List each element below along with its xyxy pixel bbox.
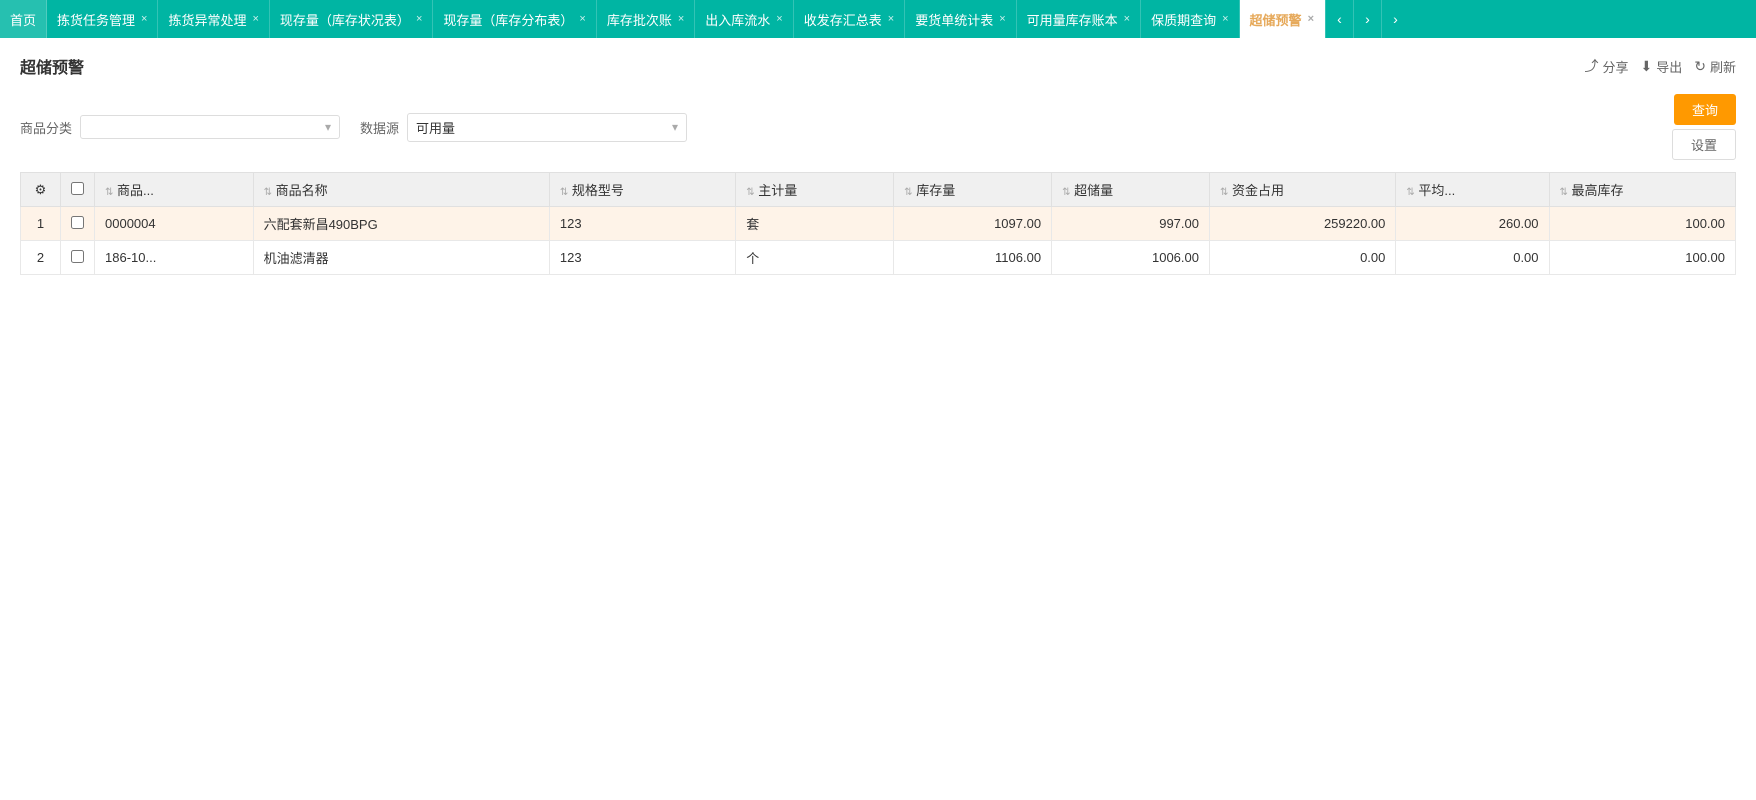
col-product-name[interactable]: ⇅ 商品名称	[253, 173, 549, 207]
share-icon: ⤴	[1584, 56, 1598, 76]
cell-spec-0: 123	[549, 207, 735, 241]
close-stock-dist[interactable]: ×	[579, 13, 585, 25]
page-header: 超储预警 ⤴ 分享 ⬇ 导出 ↻ 刷新	[20, 54, 1736, 78]
cell-product-name-1: 机油滤清器	[253, 241, 549, 275]
share-button[interactable]: ⤴ 分享	[1584, 56, 1628, 76]
cell-unit-1: 个	[736, 241, 894, 275]
close-stock-status[interactable]: ×	[416, 13, 422, 25]
close-quality[interactable]: ×	[1222, 13, 1228, 25]
cell-overstock-0: 997.00	[1052, 207, 1210, 241]
refresh-icon: ↻	[1694, 58, 1706, 75]
col-overstock[interactable]: ⇅ 超储量	[1052, 173, 1210, 207]
table-row: 1 0000004 六配套新昌490BPG 123 套 1097.00 997.…	[21, 207, 1736, 241]
cell-product-code-1: 186-10...	[95, 241, 254, 275]
query-button[interactable]: 查询	[1674, 94, 1736, 125]
sort-arrows-unit: ⇅	[746, 187, 754, 198]
cell-overstock-1: 1006.00	[1052, 241, 1210, 275]
cell-max-stock-0: 100.00	[1549, 207, 1735, 241]
close-task-mgmt[interactable]: ×	[141, 13, 147, 25]
cell-spec-1: 123	[549, 241, 735, 275]
close-abnormal[interactable]: ×	[252, 13, 258, 25]
nav-stock-dist[interactable]: 现存量（库存分布表） ×	[433, 0, 596, 38]
sort-arrows-avg: ⇅	[1406, 187, 1414, 198]
nav-expand-arrow[interactable]: ›	[1381, 0, 1409, 38]
close-collection[interactable]: ×	[888, 13, 894, 25]
cell-max-stock-1: 100.00	[1549, 241, 1735, 275]
cell-avg-0: 260.00	[1396, 207, 1549, 241]
close-order-stats[interactable]: ×	[999, 13, 1005, 25]
datasource-label: 数据源	[360, 118, 399, 137]
nav-avail-stock[interactable]: 可用量库存账本 ×	[1017, 0, 1141, 38]
close-avail-stock[interactable]: ×	[1124, 13, 1130, 25]
top-navigation: 首页 拣货任务管理 × 拣货异常处理 × 现存量（库存状况表） × 现存量（库存…	[0, 0, 1756, 38]
export-button[interactable]: ⬇ 导出	[1641, 57, 1683, 76]
nav-overstock[interactable]: 超储预警 ×	[1240, 0, 1325, 38]
col-stock[interactable]: ⇅ 库存量	[894, 173, 1052, 207]
sort-arrows-capital: ⇅	[1220, 187, 1228, 198]
cell-product-code-0: 0000004	[95, 207, 254, 241]
nav-task-mgmt[interactable]: 拣货任务管理 ×	[47, 0, 158, 38]
sort-arrows-spec: ⇅	[560, 187, 568, 198]
datasource-select[interactable]: 可用量 ▾	[407, 113, 687, 142]
row-num-0: 1	[21, 207, 61, 241]
table-row: 2 186-10... 机油滤清器 123 个 1106.00 1006.00 …	[21, 241, 1736, 275]
nav-batch[interactable]: 库存批次账 ×	[597, 0, 695, 38]
sort-arrows-max-stock: ⇅	[1560, 187, 1568, 198]
nav-right-arrow[interactable]: ›	[1353, 0, 1381, 38]
cell-unit-0: 套	[736, 207, 894, 241]
row-checkbox-0[interactable]	[61, 207, 95, 241]
col-checkbox[interactable]	[61, 173, 95, 207]
col-spec[interactable]: ⇅ 规格型号	[549, 173, 735, 207]
row-checkbox-1[interactable]	[61, 241, 95, 275]
close-inout[interactable]: ×	[776, 13, 782, 25]
row-select-0[interactable]	[71, 216, 84, 229]
table-header-row: ⚙ ⇅ 商品... ⇅ 商品名称 ⇅ 规格型号 ⇅	[21, 173, 1736, 207]
header-actions: ⤴ 分享 ⬇ 导出 ↻ 刷新	[1584, 56, 1736, 76]
set-button[interactable]: 设置	[1672, 129, 1736, 160]
nav-quality[interactable]: 保质期查询 ×	[1141, 0, 1239, 38]
nav-home[interactable]: 首页	[0, 0, 47, 38]
settings-icon[interactable]: ⚙	[35, 182, 47, 197]
page-title: 超储预警	[20, 54, 84, 78]
sort-arrows-stock: ⇅	[904, 187, 912, 198]
nav-left-arrow[interactable]: ‹	[1325, 0, 1353, 38]
data-table: ⚙ ⇅ 商品... ⇅ 商品名称 ⇅ 规格型号 ⇅	[20, 172, 1736, 275]
nav-stock-status[interactable]: 现存量（库存状况表） ×	[270, 0, 433, 38]
nav-inout[interactable]: 出入库流水 ×	[695, 0, 793, 38]
cell-product-name-0: 六配套新昌490BPG	[253, 207, 549, 241]
col-max-stock[interactable]: ⇅ 最高库存	[1549, 173, 1735, 207]
sort-arrows-overstock: ⇅	[1062, 187, 1070, 198]
col-unit[interactable]: ⇅ 主计量	[736, 173, 894, 207]
nav-abnormal[interactable]: 拣货异常处理 ×	[158, 0, 269, 38]
col-settings[interactable]: ⚙	[21, 173, 61, 207]
cell-capital-1: 0.00	[1209, 241, 1395, 275]
select-all-checkbox[interactable]	[71, 182, 84, 195]
datasource-value: 可用量	[416, 118, 455, 137]
col-product-code[interactable]: ⇅ 商品...	[95, 173, 254, 207]
refresh-button[interactable]: ↻ 刷新	[1694, 57, 1736, 76]
nav-collection[interactable]: 收发存汇总表 ×	[794, 0, 905, 38]
datasource-chevron-icon: ▾	[672, 120, 678, 134]
cell-stock-1: 1106.00	[894, 241, 1052, 275]
export-icon: ⬇	[1641, 58, 1653, 75]
col-avg[interactable]: ⇅ 平均...	[1396, 173, 1549, 207]
close-overstock[interactable]: ×	[1308, 13, 1314, 25]
row-num-1: 2	[21, 241, 61, 275]
row-select-1[interactable]	[71, 250, 84, 263]
category-select[interactable]: ▾	[80, 115, 340, 139]
col-capital[interactable]: ⇅ 资金占用	[1209, 173, 1395, 207]
close-batch[interactable]: ×	[678, 13, 684, 25]
sort-arrows-product-name: ⇅	[264, 187, 272, 198]
category-label: 商品分类	[20, 118, 72, 137]
datasource-filter-group: 数据源 可用量 ▾	[360, 113, 687, 142]
nav-order-stats[interactable]: 要货单统计表 ×	[905, 0, 1016, 38]
cell-stock-0: 1097.00	[894, 207, 1052, 241]
sort-arrows-product-code: ⇅	[105, 187, 113, 198]
cell-capital-0: 259220.00	[1209, 207, 1395, 241]
filter-row: 商品分类 ▾ 数据源 可用量 ▾ 查询 设置	[20, 94, 1736, 160]
page-content: 超储预警 ⤴ 分享 ⬇ 导出 ↻ 刷新 商品分类 ▾ 数据源	[0, 38, 1756, 800]
category-filter-group: 商品分类 ▾	[20, 115, 340, 139]
category-chevron-icon: ▾	[325, 120, 331, 134]
cell-avg-1: 0.00	[1396, 241, 1549, 275]
